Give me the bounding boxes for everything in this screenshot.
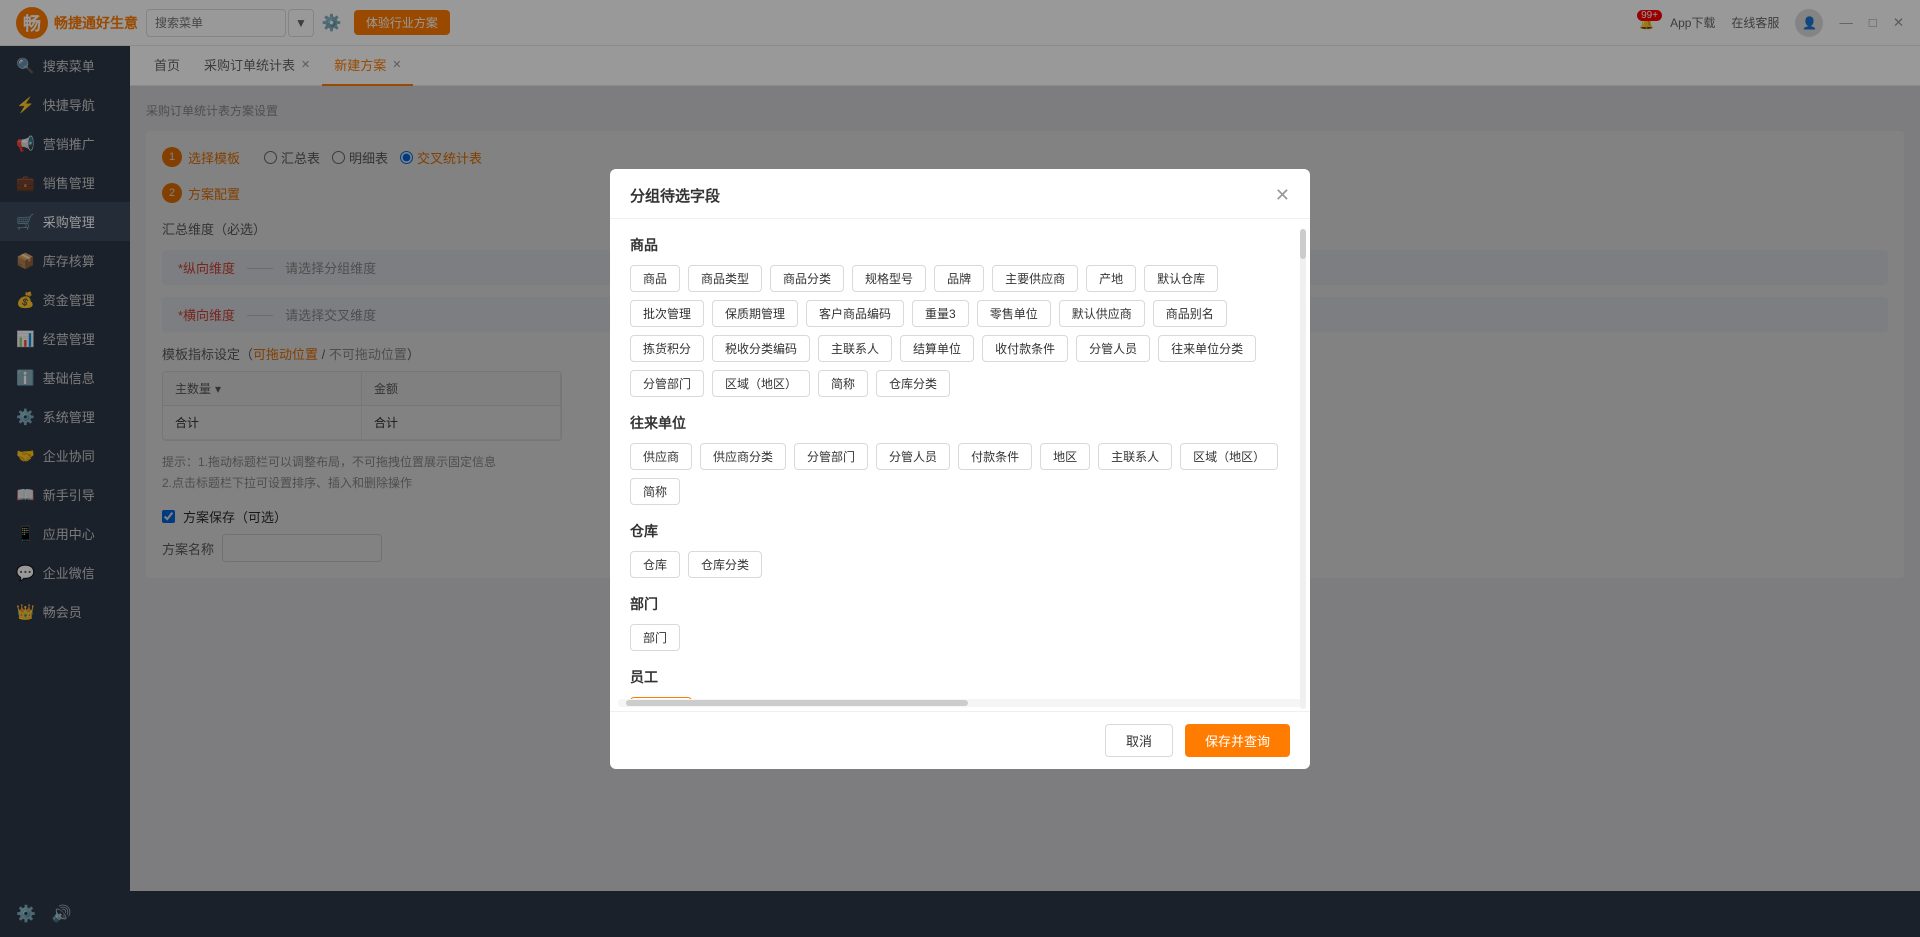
section-staff-title: 员工 [630,667,1290,687]
dialog-h-scrollbar-thumb [626,700,968,706]
section-dept-title: 部门 [630,594,1290,614]
dialog-header: 分组待选字段 ✕ [610,169,1310,219]
dialog-v-scrollbar-thumb [1300,229,1306,259]
tag-仓库分类[interactable]: 仓库分类 [688,551,762,578]
tag-规格型号[interactable]: 规格型号 [852,265,926,292]
tag-品牌[interactable]: 品牌 [934,265,984,292]
tag-供应商[interactable]: 供应商 [630,443,692,470]
tag-批次管理[interactable]: 批次管理 [630,300,704,327]
dialog-h-scrollbar[interactable] [618,699,1302,706]
tag-分管人员[interactable]: 分管人员 [1076,335,1150,362]
dialog-close-icon[interactable]: ✕ [1275,185,1290,206]
tag-重量3[interactable]: 重量3 [912,300,969,327]
tag-部门[interactable]: 部门 [630,624,680,651]
tag-供应商分类[interactable]: 供应商分类 [700,443,786,470]
tag-主联系人2[interactable]: 主联系人 [1098,443,1172,470]
tag-产地[interactable]: 产地 [1086,265,1136,292]
confirm-button[interactable]: 保存并查询 [1185,724,1290,757]
tag-简称1[interactable]: 简称 [818,370,868,397]
dialog-footer: 取消 保存并查询 [610,711,1310,769]
tag-分管人员2[interactable]: 分管人员 [876,443,950,470]
tag-仓库分类1[interactable]: 仓库分类 [876,370,950,397]
section-dept-tags: 部门 [630,624,1290,651]
section-warehouse-title: 仓库 [630,521,1290,541]
tag-商品[interactable]: 商品 [630,265,680,292]
tag-主联系人1[interactable]: 主联系人 [818,335,892,362]
tag-默认供应商[interactable]: 默认供应商 [1059,300,1145,327]
tag-区域地区1[interactable]: 区域（地区） [712,370,810,397]
tag-商品类型[interactable]: 商品类型 [688,265,762,292]
tag-税收分类编码[interactable]: 税收分类编码 [712,335,810,362]
tag-地区[interactable]: 地区 [1040,443,1090,470]
section-products-tags: 商品 商品类型 商品分类 规格型号 品牌 主要供应商 产地 默认仓库 批次管理 … [630,265,1290,397]
tag-简称2[interactable]: 简称 [630,478,680,505]
section-partners-tags: 供应商 供应商分类 分管部门 分管人员 付款条件 地区 主联系人 区域（地区） … [630,443,1290,505]
dialog-body: 商品 商品 商品类型 商品分类 规格型号 品牌 主要供应商 产地 默认仓库 批次… [610,219,1310,700]
section-products-title: 商品 [630,235,1290,255]
tag-仓库[interactable]: 仓库 [630,551,680,578]
tag-分管部门[interactable]: 分管部门 [630,370,704,397]
tag-区域地区2[interactable]: 区域（地区） [1180,443,1278,470]
tag-商品分类[interactable]: 商品分类 [770,265,844,292]
tag-收付款条件[interactable]: 收付款条件 [982,335,1068,362]
dialog-title: 分组待选字段 [630,185,720,206]
tag-往来单位分类[interactable]: 往来单位分类 [1158,335,1256,362]
section-warehouse-tags: 仓库 仓库分类 [630,551,1290,578]
tag-保质期管理[interactable]: 保质期管理 [712,300,798,327]
tag-客户商品编码[interactable]: 客户商品编码 [806,300,904,327]
tag-零售单位[interactable]: 零售单位 [977,300,1051,327]
dialog: 分组待选字段 ✕ 商品 商品 商品类型 商品分类 规格型号 品牌 主要供应商 产… [610,169,1310,769]
dialog-v-scrollbar-track[interactable] [1300,229,1306,709]
dialog-overlay: 分组待选字段 ✕ 商品 商品 商品类型 商品分类 规格型号 品牌 主要供应商 产… [0,0,1920,937]
tag-拣货积分[interactable]: 拣货积分 [630,335,704,362]
tag-商品别名[interactable]: 商品别名 [1153,300,1227,327]
tag-结算单位[interactable]: 结算单位 [900,335,974,362]
tag-主要供应商[interactable]: 主要供应商 [992,265,1078,292]
tag-分管部门2[interactable]: 分管部门 [794,443,868,470]
tag-付款条件[interactable]: 付款条件 [958,443,1032,470]
cancel-button[interactable]: 取消 [1105,724,1173,757]
tag-默认仓库[interactable]: 默认仓库 [1144,265,1218,292]
section-partners-title: 往来单位 [630,413,1290,433]
